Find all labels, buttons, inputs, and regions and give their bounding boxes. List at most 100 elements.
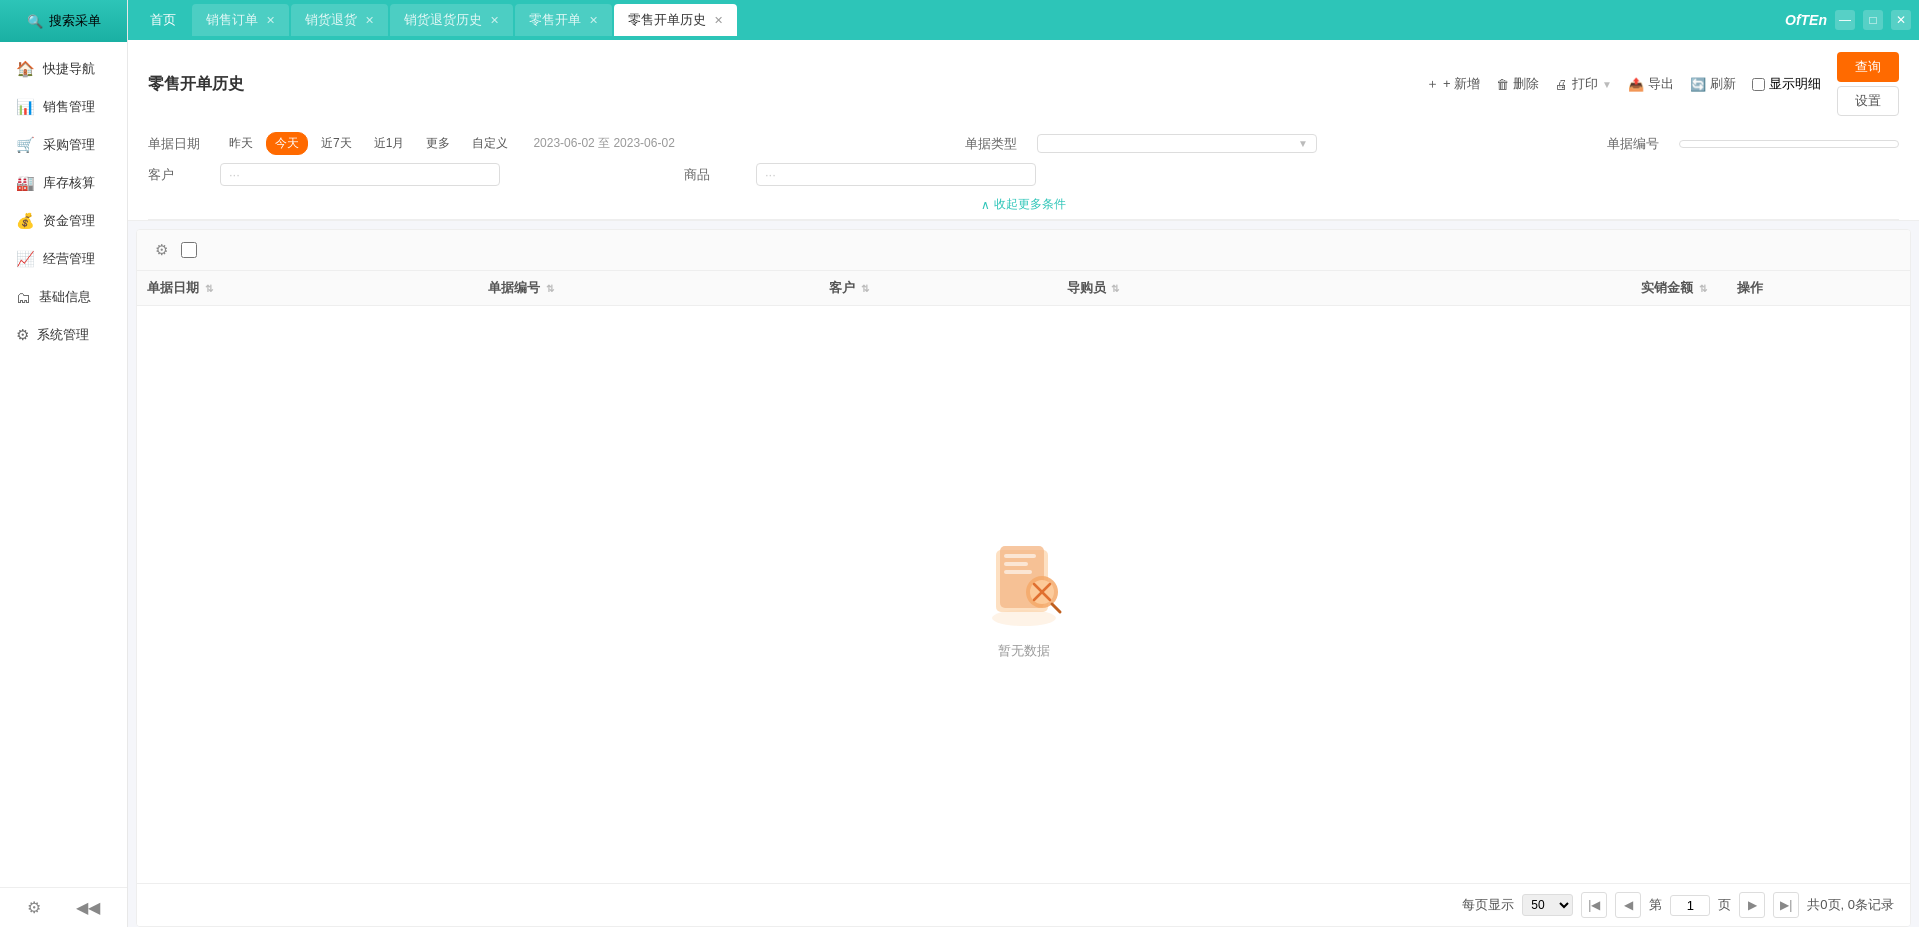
last-page-btn[interactable]: ▶| bbox=[1773, 892, 1799, 918]
th-no[interactable]: 单据编号 ⇅ bbox=[478, 271, 819, 306]
date-btn-1month[interactable]: 近1月 bbox=[365, 132, 414, 155]
home-icon: 🏠 bbox=[16, 60, 35, 78]
search-bill-btn[interactable]: 🔍 搜索采单 bbox=[0, 0, 127, 42]
tab-sales-order-close[interactable]: ✕ bbox=[266, 14, 275, 27]
refresh-label: 刷新 bbox=[1710, 75, 1736, 93]
date-btn-custom[interactable]: 自定义 bbox=[463, 132, 517, 155]
brand-label: OfTEn bbox=[1785, 12, 1827, 28]
date-btn-7days[interactable]: 近7天 bbox=[312, 132, 361, 155]
th-customer-label: 客户 bbox=[829, 280, 855, 295]
sidebar-item-purchase-mgmt[interactable]: 🛒 采购管理 bbox=[0, 126, 127, 164]
refresh-btn[interactable]: 🔄 刷新 bbox=[1690, 75, 1736, 93]
select-all-checkbox[interactable] bbox=[181, 242, 197, 258]
add-label: + 新增 bbox=[1443, 75, 1480, 93]
window-maximize-btn[interactable]: □ bbox=[1863, 10, 1883, 30]
th-salesperson-sort[interactable]: ⇅ bbox=[1111, 283, 1119, 294]
query-btn[interactable]: 查询 bbox=[1837, 52, 1899, 82]
first-page-btn[interactable]: |◀ bbox=[1581, 892, 1607, 918]
refresh-icon: 🔄 bbox=[1690, 77, 1706, 92]
system-icon: ⚙ bbox=[16, 326, 29, 344]
date-btn-more[interactable]: 更多 bbox=[417, 132, 459, 155]
tab-retail-open-history-close[interactable]: ✕ bbox=[714, 14, 723, 27]
date-btn-today[interactable]: 今天 bbox=[266, 132, 308, 155]
window-minimize-btn[interactable]: — bbox=[1835, 10, 1855, 30]
sidebar-item-inventory[interactable]: 🏭 库存核算 bbox=[0, 164, 127, 202]
th-date[interactable]: 单据日期 ⇅ bbox=[137, 271, 478, 306]
toolbar: ＋ + 新增 🗑 删除 🖨 打印 ▼ 📤 bbox=[1426, 75, 1821, 93]
prev-page-btn[interactable]: ◀ bbox=[1615, 892, 1641, 918]
th-customer-sort[interactable]: ⇅ bbox=[861, 283, 869, 294]
next-page-btn[interactable]: ▶ bbox=[1739, 892, 1765, 918]
sidebar-item-system-mgmt[interactable]: ⚙ 系统管理 bbox=[0, 316, 127, 354]
add-btn[interactable]: ＋ + 新增 bbox=[1426, 75, 1480, 93]
sidebar-nav: 🏠 快捷导航 📊 销售管理 🛒 采购管理 🏭 库存核算 💰 资金管理 📈 经营管… bbox=[0, 42, 127, 887]
table-area: ⚙ 单据日期 ⇅ 单据编号 ⇅ bbox=[136, 229, 1911, 927]
sidebar-label-inventory: 库存核算 bbox=[43, 174, 95, 192]
settings-btn[interactable]: 设置 bbox=[1837, 86, 1899, 116]
export-btn[interactable]: 📤 导出 bbox=[1628, 75, 1674, 93]
main-area: 首页 销售订单 ✕ 销货退货 ✕ 销货退货历史 ✕ 零售开单 ✕ 零售开单历史 … bbox=[128, 0, 1919, 927]
base-info-icon: 🗂 bbox=[16, 289, 31, 306]
display-cols-checkbox[interactable] bbox=[1752, 78, 1765, 91]
sidebar-label-system-mgmt: 系统管理 bbox=[37, 326, 89, 344]
th-amount[interactable]: 实销金额 ⇅ bbox=[1346, 271, 1727, 306]
tab-sales-order-label: 销售订单 bbox=[206, 11, 258, 29]
sidebar-label-finance: 资金管理 bbox=[43, 212, 95, 230]
page-header: 零售开单历史 ＋ + 新增 🗑 删除 🖨 打印 bbox=[128, 40, 1919, 221]
sidebar-item-base-info[interactable]: 🗂 基础信息 bbox=[0, 278, 127, 316]
th-date-label: 单据日期 bbox=[147, 280, 199, 295]
date-btns: 昨天 今天 近7天 近1月 更多 自定义 bbox=[220, 132, 517, 155]
customer-input[interactable]: ··· bbox=[220, 163, 500, 186]
sidebar-item-operations[interactable]: 📈 经营管理 bbox=[0, 240, 127, 278]
th-date-sort[interactable]: ⇅ bbox=[205, 283, 213, 294]
sidebar-bottom: ⚙ ◀◀ bbox=[0, 887, 127, 927]
order-no-input[interactable] bbox=[1679, 140, 1899, 148]
tab-sales-order[interactable]: 销售订单 ✕ bbox=[192, 4, 289, 36]
sidebar-item-sales-mgmt[interactable]: 📊 销售管理 bbox=[0, 88, 127, 126]
th-salesperson[interactable]: 导购员 ⇅ bbox=[1057, 271, 1346, 306]
display-cols-label: 显示明细 bbox=[1769, 75, 1821, 93]
sidebar-label-sales-mgmt: 销售管理 bbox=[43, 98, 95, 116]
th-action-label: 操作 bbox=[1737, 280, 1763, 295]
page-input[interactable] bbox=[1670, 895, 1710, 916]
delete-btn[interactable]: 🗑 删除 bbox=[1496, 75, 1539, 93]
delete-label: 删除 bbox=[1513, 75, 1539, 93]
pagination-bar: 每页显示 50 100 200 |◀ ◀ 第 页 ▶ ▶| 共0页, 0条记录 bbox=[137, 883, 1910, 926]
collapse-bar[interactable]: ∧ 收起更多条件 bbox=[148, 194, 1899, 215]
th-amount-label: 实销金额 bbox=[1641, 280, 1693, 295]
tab-retail-open-history[interactable]: 零售开单历史 ✕ bbox=[614, 4, 737, 36]
page-title: 零售开单历史 bbox=[148, 74, 244, 95]
sidebar-item-quick-nav[interactable]: 🏠 快捷导航 bbox=[0, 50, 127, 88]
order-type-label: 单据类型 bbox=[965, 135, 1025, 153]
data-table: 单据日期 ⇅ 单据编号 ⇅ 客户 ⇅ 导购员 ⇅ bbox=[137, 271, 1910, 306]
window-close-btn[interactable]: ✕ bbox=[1891, 10, 1911, 30]
tab-retail-open[interactable]: 零售开单 ✕ bbox=[515, 4, 612, 36]
th-amount-sort[interactable]: ⇅ bbox=[1699, 283, 1707, 294]
goods-input[interactable]: ··· bbox=[756, 163, 1036, 186]
per-page-label: 每页显示 bbox=[1462, 896, 1514, 914]
search-icon: 🔍 bbox=[27, 14, 43, 29]
page-unit: 页 bbox=[1718, 896, 1731, 914]
tab-sales-return-close[interactable]: ✕ bbox=[365, 14, 374, 27]
tab-home[interactable]: 首页 bbox=[136, 4, 190, 36]
settings-gear-icon[interactable]: ⚙ bbox=[27, 898, 41, 917]
th-no-sort[interactable]: ⇅ bbox=[546, 283, 554, 294]
tab-retail-open-close[interactable]: ✕ bbox=[589, 14, 598, 27]
print-btn[interactable]: 🖨 打印 ▼ bbox=[1555, 75, 1612, 93]
finance-icon: 💰 bbox=[16, 212, 35, 230]
sidebar: 🔍 搜索采单 🏠 快捷导航 📊 销售管理 🛒 采购管理 🏭 库存核算 💰 资金管… bbox=[0, 0, 128, 927]
empty-icon bbox=[974, 530, 1074, 630]
sidebar-collapse-icon[interactable]: ◀◀ bbox=[76, 898, 100, 917]
tab-sales-return[interactable]: 销货退货 ✕ bbox=[291, 4, 388, 36]
tab-bar: 首页 销售订单 ✕ 销货退货 ✕ 销货退货历史 ✕ 零售开单 ✕ 零售开单历史 … bbox=[128, 0, 1919, 40]
tab-sales-return-history[interactable]: 销货退货历史 ✕ bbox=[390, 4, 513, 36]
th-customer[interactable]: 客户 ⇅ bbox=[819, 271, 1056, 306]
tab-sales-return-history-close[interactable]: ✕ bbox=[490, 14, 499, 27]
per-page-select[interactable]: 50 100 200 bbox=[1522, 894, 1573, 916]
table-head: 单据日期 ⇅ 单据编号 ⇅ 客户 ⇅ 导购员 ⇅ bbox=[137, 271, 1910, 306]
order-type-select[interactable]: ▼ bbox=[1037, 134, 1317, 153]
date-btn-yesterday[interactable]: 昨天 bbox=[220, 132, 262, 155]
display-cols-check[interactable]: 显示明细 bbox=[1752, 75, 1821, 93]
table-settings-icon[interactable]: ⚙ bbox=[147, 236, 175, 264]
sidebar-item-finance[interactable]: 💰 资金管理 bbox=[0, 202, 127, 240]
